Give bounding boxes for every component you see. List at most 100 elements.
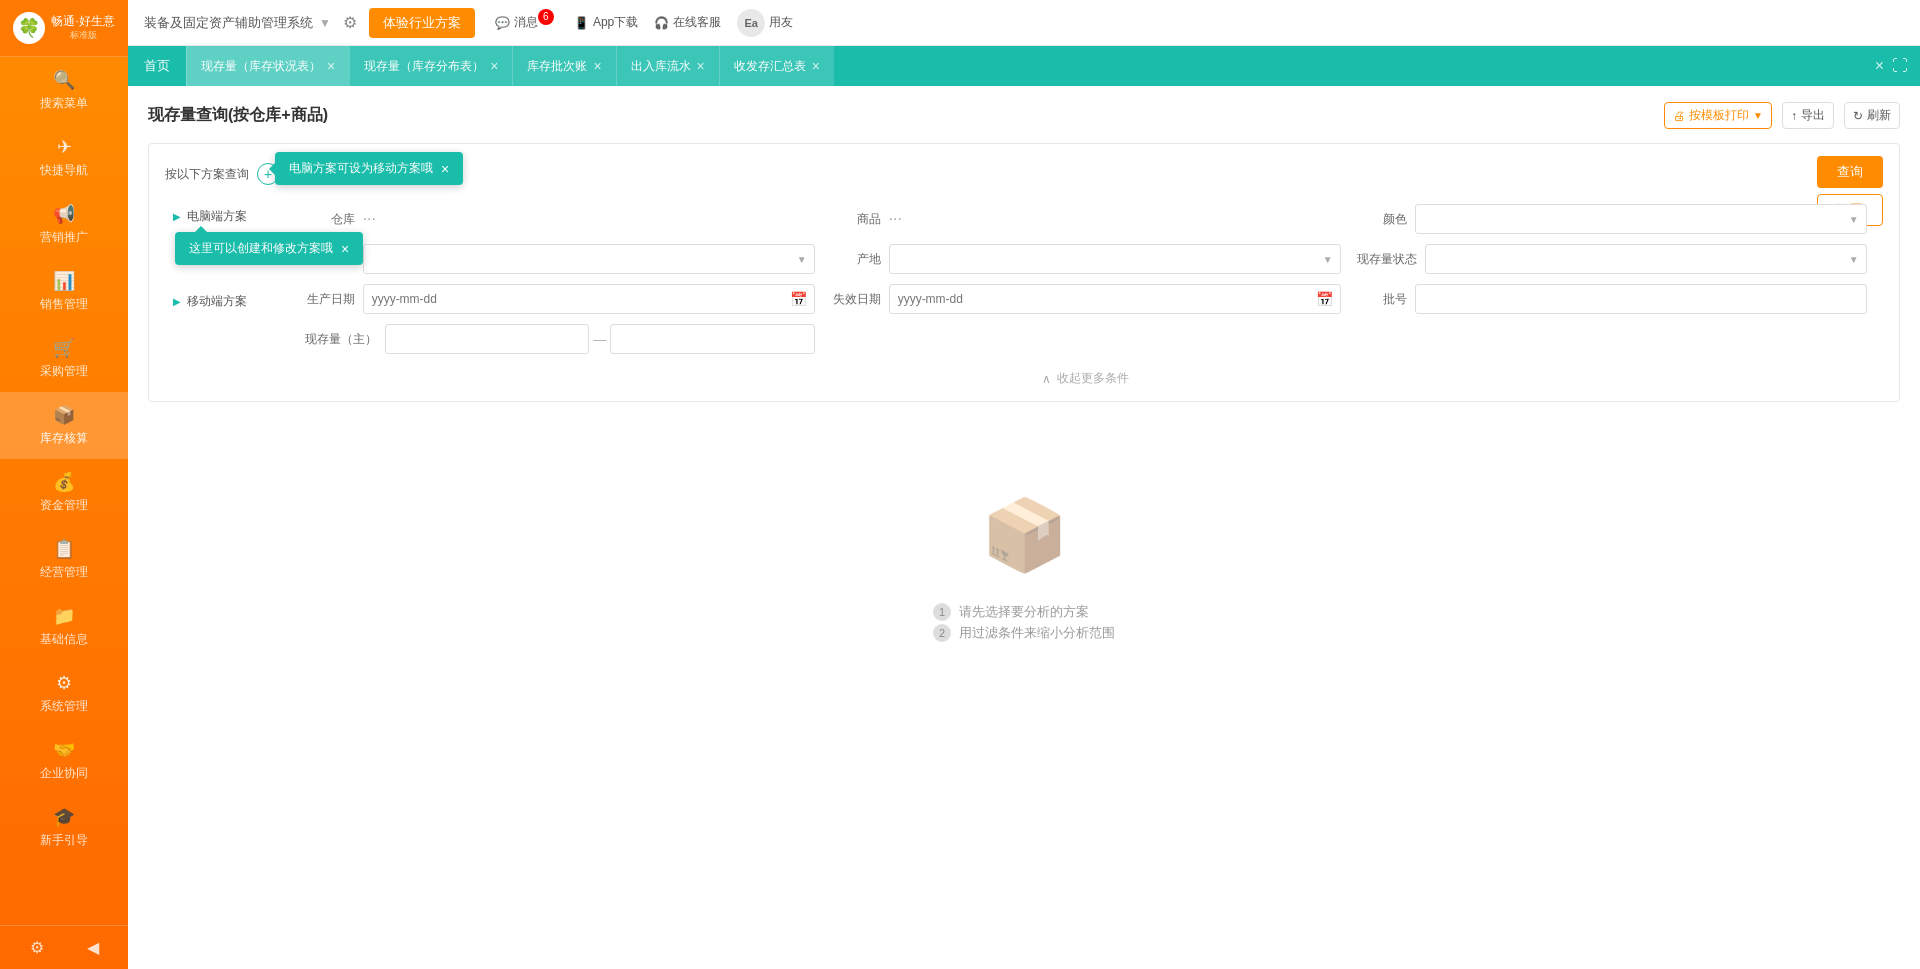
bottom-settings-btn[interactable]: ⚙	[26, 934, 48, 961]
range-separator: —	[593, 332, 606, 347]
search-menu-icon: 🔍	[53, 69, 75, 91]
print-btn[interactable]: 🖨 按模板打印 ▼	[1664, 102, 1772, 129]
sidebar-item-operation[interactable]: 📋 经营管理	[0, 526, 128, 593]
scheme-tooltip-close[interactable]: ×	[441, 161, 449, 177]
page-title-bar: 现存量查询(按仓库+商品) 🖨 按模板打印 ▼ ↑ 导出 ↻ 刷新	[148, 102, 1900, 129]
refresh-btn[interactable]: ↻ 刷新	[1844, 102, 1900, 129]
filter-field-warehouse: 仓库 ···	[305, 204, 815, 234]
status-select[interactable]	[1425, 244, 1867, 274]
warehouse-dots[interactable]: ···	[363, 210, 376, 228]
origin-select[interactable]	[889, 244, 1341, 274]
sidebar-item-finance[interactable]: 💰 资金管理	[0, 459, 128, 526]
sidebar-item-guide[interactable]: 🎓 新手引导	[0, 794, 128, 861]
tab-in-out-flow[interactable]: 出入库流水 ×	[616, 46, 719, 86]
header-settings-icon[interactable]: ⚙	[343, 13, 357, 32]
stock-main-range: —	[385, 324, 815, 354]
tab-close-inventory-status[interactable]: ×	[327, 58, 335, 74]
filter-field-product: 商品 ···	[831, 204, 1341, 234]
export-btn[interactable]: ↑ 导出	[1782, 102, 1834, 129]
scheme-edit-close[interactable]: ×	[341, 241, 349, 257]
sidebar-item-label: 采购管理	[40, 363, 88, 380]
stock-main-min[interactable]	[385, 324, 590, 354]
sidebar-item-purchase[interactable]: 🛒 采购管理	[0, 325, 128, 392]
sidebar-item-search-menu[interactable]: 🔍 搜索菜单	[0, 57, 128, 124]
tab-recv-send-summary[interactable]: 收发存汇总表 ×	[719, 46, 834, 86]
scheme-row-mobile[interactable]: ▶ 移动端方案	[173, 289, 285, 314]
scheme-list: ▶ 电脑端方案 这里可以创建和修改方案哦 × ▶ 移动端方案	[165, 204, 285, 314]
tab-inventory-dist[interactable]: 现存量（库存分布表） ×	[349, 46, 512, 86]
sidebar-item-enterprise[interactable]: 🤝 企业协同	[0, 727, 128, 794]
user-avatar: Ea	[737, 9, 765, 37]
sidebar-item-label: 企业协同	[40, 765, 88, 782]
app-download-btn[interactable]: 📱 App下载	[574, 14, 638, 31]
title-actions: 🖨 按模板打印 ▼ ↑ 导出 ↻ 刷新	[1664, 102, 1900, 129]
basic-icon: 📁	[53, 605, 75, 627]
industry-btn[interactable]: 体验行业方案	[369, 8, 475, 38]
logo-title: 畅通·好生意	[51, 14, 114, 30]
sidebar-item-inventory[interactable]: 📦 库存核算	[0, 392, 128, 459]
user-profile-btn[interactable]: Ea 用友	[737, 9, 793, 37]
sidebar-item-sales[interactable]: 📊 销售管理	[0, 258, 128, 325]
filter-fields: 仓库 ··· 商品 ··· 颜色 ▼	[289, 204, 1867, 389]
logo-badge: 标准版	[51, 30, 114, 42]
quick-nav-icon: ✈	[57, 136, 72, 158]
stock-main-max[interactable]	[610, 324, 815, 354]
scheme-mobile-label: 移动端方案	[187, 293, 247, 310]
print-dropdown-icon: ▼	[1753, 110, 1763, 121]
filter-field-color: 颜色 ▼	[1357, 204, 1867, 234]
system-icon: ⚙	[56, 672, 72, 694]
scheme-row-desktop[interactable]: ▶ 电脑端方案	[173, 204, 285, 229]
sidebar-item-system[interactable]: ⚙ 系统管理	[0, 660, 128, 727]
sidebar-collapse-btn[interactable]: ◀	[83, 934, 103, 961]
tab-close-in-out-flow[interactable]: ×	[697, 58, 705, 74]
online-support-btn[interactable]: 🎧 在线客服	[654, 14, 721, 31]
tab-inventory-status[interactable]: 现存量（库存状况表） ×	[186, 46, 349, 86]
tab-batch-account[interactable]: 库存批次账 ×	[512, 46, 615, 86]
search-btn[interactable]: 查询	[1817, 156, 1883, 188]
collapse-label: 收起更多条件	[1057, 370, 1129, 387]
tab-close-batch-account[interactable]: ×	[593, 58, 601, 74]
scheme-mobile-triangle-icon: ▶	[173, 296, 181, 307]
notifications-btn[interactable]: 💬 消息 6	[495, 14, 558, 31]
operation-icon: 📋	[53, 538, 75, 560]
batch-input[interactable]	[1415, 284, 1867, 314]
system-title-dropdown-icon[interactable]: ▼	[319, 16, 331, 30]
tab-home[interactable]: 首页	[128, 46, 186, 86]
sidebar-item-basic[interactable]: 📁 基础信息	[0, 593, 128, 660]
product-dots[interactable]: ···	[889, 210, 902, 228]
expire-date-icon[interactable]: 📅	[1316, 291, 1333, 307]
sidebar: 🍀 畅通·好生意 标准版 🔍 搜索菜单 ✈ 快捷导航 📢 营销推广 📊 销售管理…	[0, 0, 128, 969]
tab-expand-btn[interactable]: ⛶	[1892, 57, 1908, 75]
filter-field-origin: 产地 ▼	[831, 244, 1341, 274]
produce-date-icon[interactable]: 📅	[790, 291, 807, 307]
scheme-desktop-label: 电脑端方案	[187, 208, 247, 225]
sidebar-item-marketing[interactable]: 📢 营销推广	[0, 191, 128, 258]
system-title-text: 装备及固定资产辅助管理系统	[144, 14, 313, 32]
page-container: 现存量查询(按仓库+商品) 🖨 按模板打印 ▼ ↑ 导出 ↻ 刷新	[128, 86, 1920, 969]
sidebar-item-label: 快捷导航	[40, 162, 88, 179]
tab-bar: 首页 现存量（库存状况表） × 现存量（库存分布表） × 库存批次账 × 出入库…	[128, 46, 1920, 86]
color-select[interactable]	[1415, 204, 1867, 234]
logo-icon: 🍀	[13, 12, 45, 44]
empty-state: 📦 1 请先选择要分析的方案 2 用过滤条件来缩小分析范围	[148, 414, 1900, 685]
sidebar-item-label: 销售管理	[40, 296, 88, 313]
export-icon: ↑	[1791, 109, 1797, 123]
size-select[interactable]	[363, 244, 815, 274]
sidebar-item-quick-nav[interactable]: ✈ 快捷导航	[0, 124, 128, 191]
collapse-btn[interactable]: ∧ 收起更多条件	[305, 364, 1867, 389]
tab-close-all-btn[interactable]: ×	[1875, 57, 1884, 75]
filter-field-produce-date: 生产日期 📅	[305, 284, 815, 314]
produce-date-input[interactable]	[363, 284, 815, 314]
scheme-edit-tooltip-text: 这里可以创建和修改方案哦	[189, 240, 333, 257]
tab-close-inventory-dist[interactable]: ×	[490, 58, 498, 74]
inventory-icon: 📦	[53, 404, 75, 426]
sidebar-item-label: 新手引导	[40, 832, 88, 849]
filter-row-2: 尺码 ▼ 产地 ▼	[305, 244, 1867, 274]
tab-close-recv-send-summary[interactable]: ×	[812, 58, 820, 74]
filter-field-expire-date: 失效日期 📅	[831, 284, 1341, 314]
sidebar-logo: 🍀 畅通·好生意 标准版	[0, 0, 128, 57]
sales-icon: 📊	[53, 270, 75, 292]
empty-tip-1: 1 请先选择要分析的方案	[933, 603, 1115, 621]
marketing-icon: 📢	[53, 203, 75, 225]
expire-date-input[interactable]	[889, 284, 1341, 314]
